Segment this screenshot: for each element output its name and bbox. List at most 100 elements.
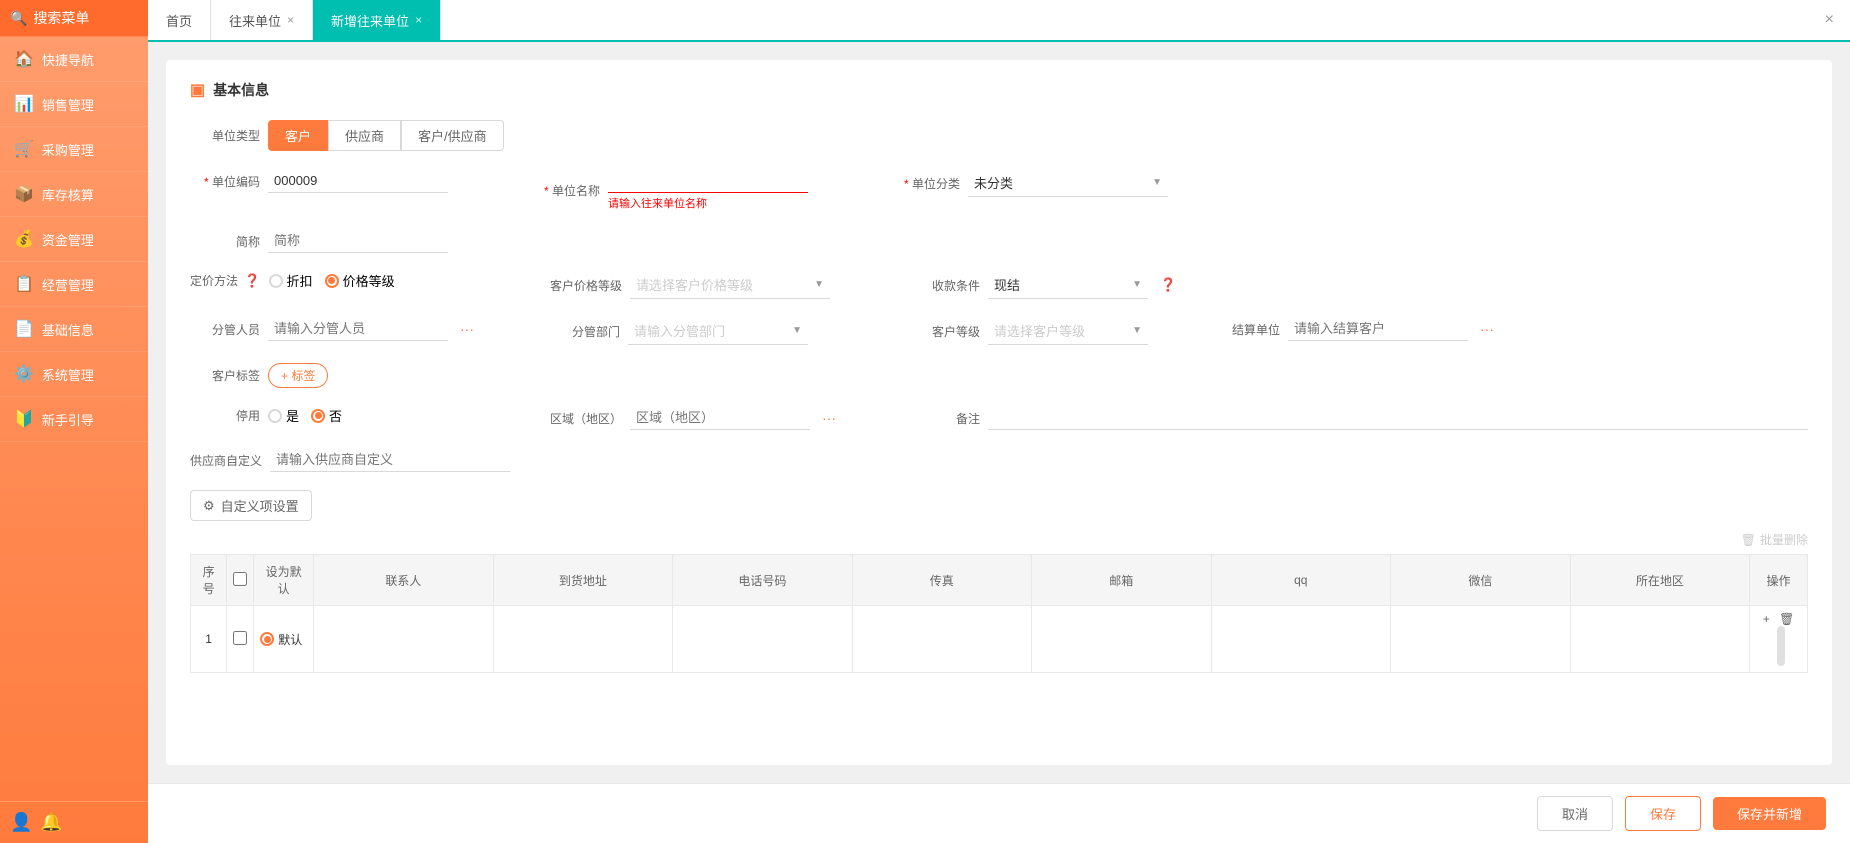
col-index: 序号 bbox=[191, 555, 227, 606]
sidebar-bottom: 👤 🔔 bbox=[0, 801, 148, 843]
select-all-checkbox[interactable] bbox=[233, 572, 247, 586]
unit-btn-both[interactable]: 客户/供应商 bbox=[401, 120, 504, 151]
sidebar: 🔍 搜索菜单 🏠 快捷导航 📊 销售管理 🛒 采购管理 📦 库存核算 💰 资金管… bbox=[0, 0, 148, 843]
unit-category-label: * 单位分类 bbox=[890, 175, 960, 192]
close-all-tabs[interactable]: × bbox=[1809, 11, 1850, 29]
pricing-help-icon[interactable]: ❓ bbox=[244, 273, 260, 288]
sidebar-item-operations[interactable]: 📋 经营管理 bbox=[0, 262, 148, 307]
row-wechat-input[interactable] bbox=[1397, 632, 1563, 647]
pricing-row: 定价方法 ❓ 折扣 价格等级 bbox=[190, 271, 1808, 299]
row-region-input[interactable] bbox=[1577, 632, 1743, 647]
sidebar-item-basic-info[interactable]: 📄 基础信息 bbox=[0, 307, 148, 352]
tab-new-counterparty[interactable]: 新增往来单位 × bbox=[313, 0, 441, 40]
unit-name-input[interactable] bbox=[608, 169, 808, 193]
sidebar-item-label: 销售管理 bbox=[42, 95, 94, 114]
unit-type-label: 单位类型 bbox=[190, 127, 260, 144]
settlement-unit-input[interactable] bbox=[1288, 317, 1468, 341]
row-qq-input[interactable] bbox=[1218, 632, 1385, 647]
tab-counterparty-label: 往来单位 bbox=[229, 11, 281, 30]
system-icon: ⚙️ bbox=[14, 364, 34, 384]
row-default-radio[interactable]: 默认 bbox=[260, 631, 307, 648]
add-row-btn[interactable]: + bbox=[1763, 612, 1770, 626]
row-address-input[interactable] bbox=[500, 632, 666, 647]
col-action: 操作 bbox=[1750, 555, 1808, 606]
save-new-button[interactable]: 保存并新增 bbox=[1713, 797, 1826, 830]
col-default: 设为默认 bbox=[254, 555, 314, 606]
sidebar-item-purchase[interactable]: 🛒 采购管理 bbox=[0, 127, 148, 172]
remarks-input[interactable] bbox=[988, 406, 1808, 430]
radio-price-level-outer bbox=[325, 274, 339, 288]
region-input[interactable] bbox=[630, 406, 810, 430]
sidebar-item-sales[interactable]: 📊 销售管理 bbox=[0, 82, 148, 127]
radio-no[interactable]: 否 bbox=[311, 406, 342, 425]
unit-code-field: * 单位编码 bbox=[190, 169, 530, 193]
unit-code-input[interactable] bbox=[268, 169, 448, 193]
radio-discount-outer bbox=[269, 274, 283, 288]
manager-input[interactable] bbox=[268, 317, 448, 341]
sidebar-item-system[interactable]: ⚙️ 系统管理 bbox=[0, 352, 148, 397]
unit-btn-supplier[interactable]: 供应商 bbox=[328, 120, 401, 151]
row-default-cell: 默认 bbox=[254, 606, 314, 673]
notification-icon[interactable]: 🔔 bbox=[40, 812, 62, 833]
short-name-field: 简称 bbox=[190, 229, 530, 253]
radio-price-level[interactable]: 价格等级 bbox=[325, 271, 395, 290]
radio-yes[interactable]: 是 bbox=[268, 406, 299, 425]
sidebar-item-finance[interactable]: 💰 资金管理 bbox=[0, 217, 148, 262]
user-icon[interactable]: 👤 bbox=[10, 812, 32, 833]
cancel-button[interactable]: 取消 bbox=[1537, 796, 1613, 831]
chevron-down-icon4: ▼ bbox=[792, 325, 802, 336]
row-email-input[interactable] bbox=[1038, 632, 1204, 647]
supplier-custom-field: 供应商自定义 bbox=[190, 448, 1808, 472]
short-name-row: 简称 bbox=[190, 229, 1808, 253]
tags-row: 客户标签 + 标签 bbox=[190, 363, 1808, 388]
chevron-down-icon5: ▼ bbox=[1132, 325, 1142, 336]
payment-help-icon[interactable]: ❓ bbox=[1160, 277, 1176, 293]
payment-terms-field: 收款条件 现结 ▼ ❓ bbox=[910, 271, 1808, 299]
sidebar-item-label: 新手引导 bbox=[42, 410, 94, 429]
manager-more-btn[interactable]: ··· bbox=[456, 321, 478, 337]
unit-name-field: * 单位名称 请输入往来单位名称 bbox=[530, 169, 890, 211]
settlement-more-btn[interactable]: ··· bbox=[1476, 321, 1498, 337]
unit-btn-customer[interactable]: 客户 bbox=[268, 120, 328, 151]
row-region-cell bbox=[1570, 606, 1749, 673]
region-label: 区域（地区） bbox=[550, 410, 622, 427]
customer-price-level-select[interactable]: 请选择客户价格等级 ▼ bbox=[630, 271, 830, 299]
add-tag-btn[interactable]: + 标签 bbox=[268, 363, 328, 388]
radio-discount-label: 折扣 bbox=[287, 271, 313, 290]
customer-level-label: 客户等级 bbox=[910, 323, 980, 340]
tab-counterparty[interactable]: 往来单位 × bbox=[211, 0, 313, 40]
radio-discount[interactable]: 折扣 bbox=[269, 271, 313, 290]
region-more-btn[interactable]: ··· bbox=[818, 410, 840, 426]
dept-select[interactable]: 请输入分管部门 ▼ bbox=[628, 317, 808, 345]
short-name-input[interactable] bbox=[268, 229, 448, 253]
contacts-table: 序号 设为默认 联系人 到货地址 电话号码 传真 邮箱 qq 微信 所在地区 操… bbox=[190, 554, 1808, 673]
search-menu[interactable]: 🔍 搜索菜单 bbox=[0, 0, 148, 37]
customer-level-select[interactable]: 请选择客户等级 ▼ bbox=[988, 317, 1148, 345]
tab-new-counterparty-close[interactable]: × bbox=[415, 13, 422, 27]
manager-label: 分管人员 bbox=[190, 321, 260, 338]
delete-row-btn[interactable]: 🗑 bbox=[1779, 612, 1794, 626]
tab-home[interactable]: 首页 bbox=[148, 0, 211, 40]
settlement-unit-field: 结算单位 ··· bbox=[1210, 317, 1808, 341]
disabled-radio-group: 是 否 bbox=[268, 406, 342, 425]
payment-terms-select[interactable]: 现结 ▼ bbox=[988, 271, 1148, 299]
unit-category-select[interactable]: 未分类 ▼ bbox=[968, 169, 1168, 197]
row-fax-input[interactable] bbox=[859, 632, 1025, 647]
supplier-custom-input[interactable] bbox=[270, 448, 510, 472]
save-button[interactable]: 保存 bbox=[1625, 796, 1701, 831]
row-checkbox[interactable] bbox=[233, 631, 247, 645]
col-qq: qq bbox=[1211, 555, 1391, 606]
sidebar-item-guide[interactable]: 🔰 新手引导 bbox=[0, 397, 148, 442]
custom-settings-btn[interactable]: ⚙ 自定义项设置 bbox=[190, 490, 312, 521]
guide-icon: 🔰 bbox=[14, 409, 34, 429]
row-phone-input[interactable] bbox=[679, 632, 845, 647]
row-default-radio-inner bbox=[264, 636, 271, 643]
finance-icon: 💰 bbox=[14, 229, 34, 249]
row-checkbox-cell bbox=[227, 606, 254, 673]
sidebar-item-quick-nav[interactable]: 🏠 快捷导航 bbox=[0, 37, 148, 82]
sidebar-item-inventory[interactable]: 📦 库存核算 bbox=[0, 172, 148, 217]
manager-row: 分管人员 ··· 分管部门 请输入分管部门 ▼ 客户等级 请选择客户等级 bbox=[190, 317, 1808, 345]
row-contact-input[interactable] bbox=[320, 632, 486, 647]
batch-delete[interactable]: 🗑 批量删除 bbox=[190, 531, 1808, 548]
tab-counterparty-close[interactable]: × bbox=[287, 13, 294, 27]
